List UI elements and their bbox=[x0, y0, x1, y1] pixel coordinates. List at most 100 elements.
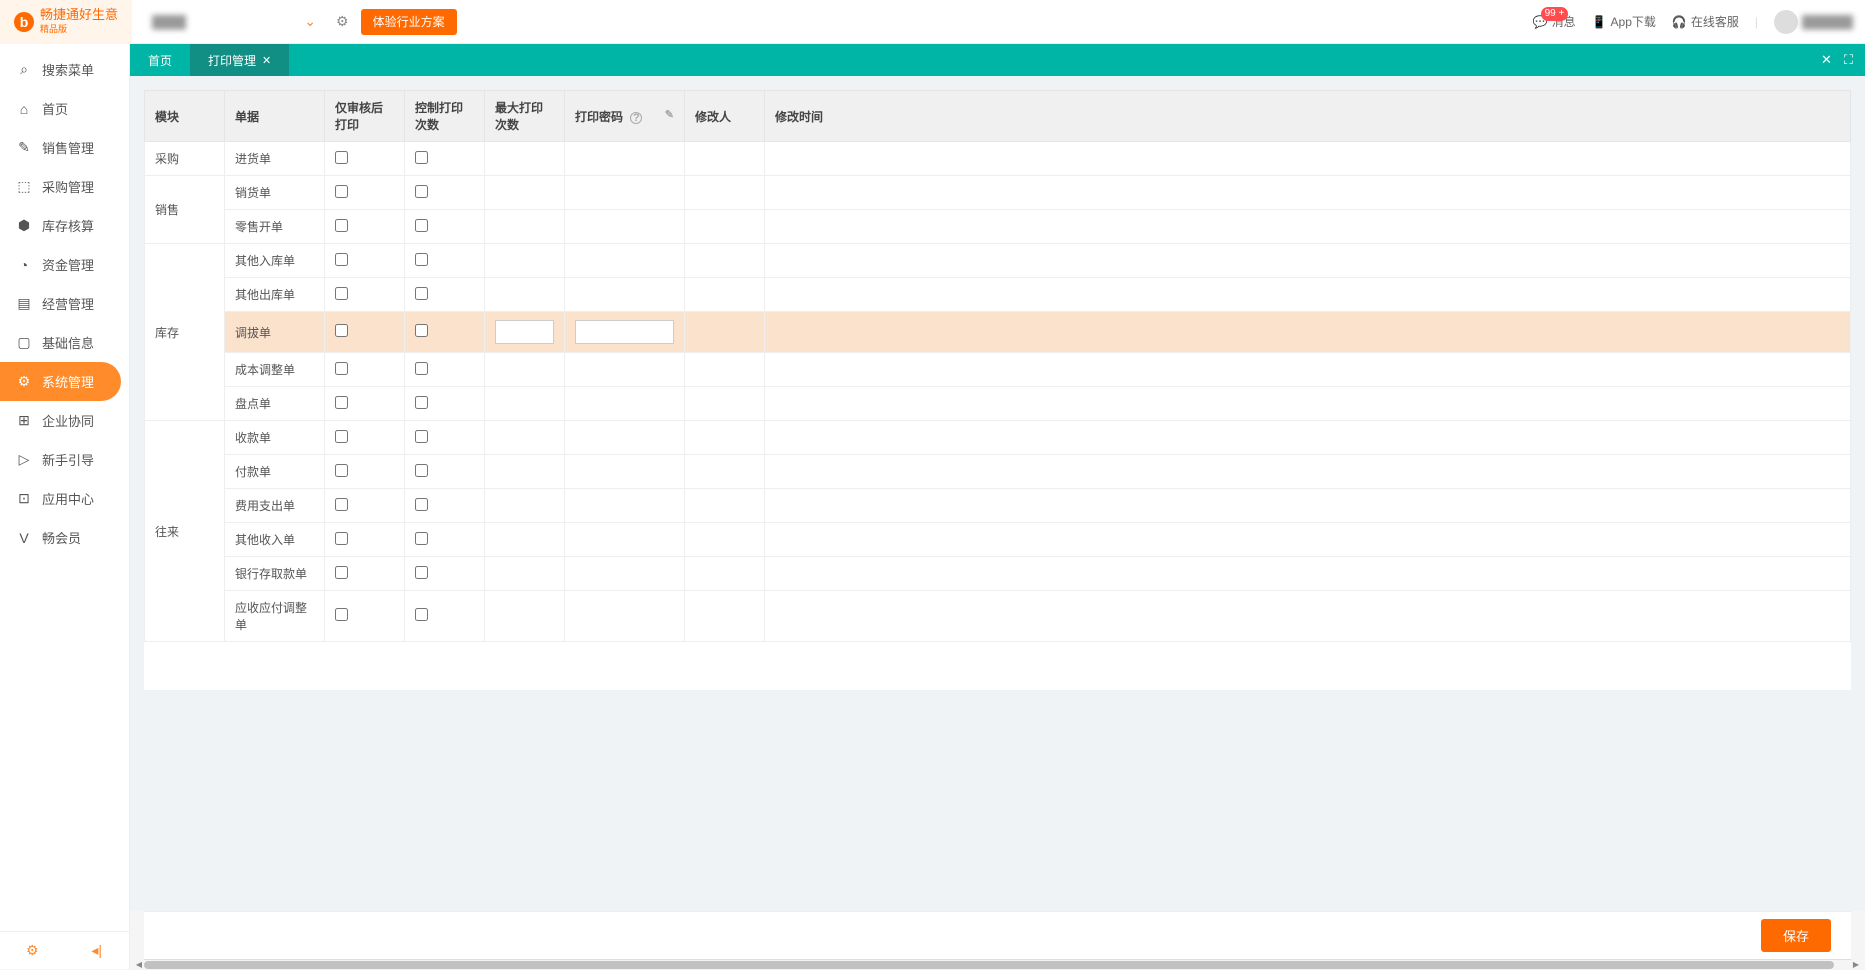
password-cell[interactable] bbox=[565, 312, 685, 353]
sidebar-item-1[interactable]: ⌂首页 bbox=[0, 89, 129, 128]
only-approve-checkbox[interactable] bbox=[335, 362, 348, 375]
control-count-checkbox[interactable] bbox=[415, 253, 428, 266]
only-approve-checkbox[interactable] bbox=[335, 151, 348, 164]
password-cell[interactable] bbox=[565, 455, 685, 489]
control-count-checkbox[interactable] bbox=[415, 324, 428, 337]
tab-close-icon[interactable]: ✕ bbox=[262, 54, 271, 67]
password-cell[interactable] bbox=[565, 210, 685, 244]
control-count-checkbox[interactable] bbox=[415, 396, 428, 409]
sidebar-item-6[interactable]: ▤经营管理 bbox=[0, 284, 129, 323]
control-count-checkbox[interactable] bbox=[415, 287, 428, 300]
support-button[interactable]: 🎧 在线客服 bbox=[1672, 13, 1739, 30]
max-count-cell[interactable] bbox=[485, 312, 565, 353]
password-cell[interactable] bbox=[565, 523, 685, 557]
control-count-checkbox[interactable] bbox=[415, 498, 428, 511]
modify-time-cell bbox=[765, 387, 1851, 421]
only-approve-checkbox[interactable] bbox=[335, 608, 348, 621]
industry-cta-button[interactable]: 体验行业方案 bbox=[361, 9, 457, 35]
table-row: 应收应付调整单 bbox=[145, 591, 1851, 642]
modifier-cell bbox=[685, 591, 765, 642]
only-approve-checkbox[interactable] bbox=[335, 253, 348, 266]
max-count-cell[interactable] bbox=[485, 142, 565, 176]
control-count-checkbox[interactable] bbox=[415, 362, 428, 375]
password-cell[interactable] bbox=[565, 244, 685, 278]
tab-0[interactable]: 首页 bbox=[130, 44, 190, 76]
scrollbar-thumb[interactable] bbox=[144, 961, 1834, 969]
control-count-checkbox[interactable] bbox=[415, 532, 428, 545]
only-approve-checkbox[interactable] bbox=[335, 396, 348, 409]
only-approve-cell bbox=[325, 142, 405, 176]
max-count-cell[interactable] bbox=[485, 210, 565, 244]
control-count-checkbox[interactable] bbox=[415, 185, 428, 198]
control-count-checkbox[interactable] bbox=[415, 566, 428, 579]
table-header-row: 模块 单据 仅审核后打印 控制打印次数 最大打印次数 打印密码 ? ✎ 修改人 bbox=[145, 91, 1851, 142]
edit-column-icon[interactable]: ✎ bbox=[665, 108, 674, 121]
sidebar-item-5[interactable]: ◔资金管理 bbox=[0, 245, 129, 284]
modifier-cell bbox=[685, 244, 765, 278]
password-cell[interactable] bbox=[565, 353, 685, 387]
doc-cell: 进货单 bbox=[225, 142, 325, 176]
max-count-cell[interactable] bbox=[485, 421, 565, 455]
max-count-cell[interactable] bbox=[485, 523, 565, 557]
only-approve-checkbox[interactable] bbox=[335, 498, 348, 511]
password-cell[interactable] bbox=[565, 142, 685, 176]
control-count-checkbox[interactable] bbox=[415, 219, 428, 232]
table-row: 库存其他入库单 bbox=[145, 244, 1851, 278]
user-menu[interactable]: ██████ bbox=[1774, 10, 1853, 34]
password-cell[interactable] bbox=[565, 489, 685, 523]
control-count-checkbox[interactable] bbox=[415, 151, 428, 164]
tab-1[interactable]: 打印管理✕ bbox=[190, 44, 289, 76]
only-approve-checkbox[interactable] bbox=[335, 532, 348, 545]
password-cell[interactable] bbox=[565, 278, 685, 312]
sidebar-item-12[interactable]: V畅会员 bbox=[0, 518, 129, 557]
fullscreen-icon[interactable]: ⛶ bbox=[1844, 52, 1853, 68]
sidebar-collapse-button[interactable]: ◂| bbox=[65, 932, 130, 969]
tab-close-all-icon[interactable]: ✕ bbox=[1821, 52, 1832, 68]
max-count-cell[interactable] bbox=[485, 455, 565, 489]
password-cell[interactable] bbox=[565, 421, 685, 455]
max-count-cell[interactable] bbox=[485, 591, 565, 642]
sidebar-item-9[interactable]: ⊞企业协同 bbox=[0, 401, 129, 440]
sidebar-item-4[interactable]: ⬢库存核算 bbox=[0, 206, 129, 245]
brand-name: 畅捷通好生意 bbox=[40, 8, 118, 22]
sidebar-item-3[interactable]: ⬚采购管理 bbox=[0, 167, 129, 206]
password-cell[interactable] bbox=[565, 176, 685, 210]
max-count-cell[interactable] bbox=[485, 176, 565, 210]
only-approve-checkbox[interactable] bbox=[335, 430, 348, 443]
only-approve-checkbox[interactable] bbox=[335, 324, 348, 337]
help-icon[interactable]: ? bbox=[630, 112, 642, 124]
horizontal-scrollbar[interactable]: ◀ ▶ bbox=[144, 959, 1851, 969]
only-approve-checkbox[interactable] bbox=[335, 566, 348, 579]
doc-cell: 其他收入单 bbox=[225, 523, 325, 557]
max-count-cell[interactable] bbox=[485, 353, 565, 387]
sidebar-item-7[interactable]: ▢基础信息 bbox=[0, 323, 129, 362]
password-cell[interactable] bbox=[565, 591, 685, 642]
only-approve-checkbox[interactable] bbox=[335, 464, 348, 477]
control-count-checkbox[interactable] bbox=[415, 608, 428, 621]
tenant-selector[interactable]: ████ ⌄ bbox=[144, 9, 324, 35]
sidebar-item-8[interactable]: ⚙系统管理 bbox=[0, 362, 121, 401]
control-count-checkbox[interactable] bbox=[415, 430, 428, 443]
max-count-cell[interactable] bbox=[485, 278, 565, 312]
max-count-cell[interactable] bbox=[485, 387, 565, 421]
sidebar-item-2[interactable]: ✎销售管理 bbox=[0, 128, 129, 167]
sidebar-item-11[interactable]: ⊡应用中心 bbox=[0, 479, 129, 518]
sidebar-item-0[interactable]: ⌕搜索菜单 bbox=[0, 50, 129, 89]
max-count-cell[interactable] bbox=[485, 489, 565, 523]
control-count-checkbox[interactable] bbox=[415, 464, 428, 477]
only-approve-checkbox[interactable] bbox=[335, 185, 348, 198]
password-cell[interactable] bbox=[565, 387, 685, 421]
max-count-cell[interactable] bbox=[485, 557, 565, 591]
th-modifier: 修改人 bbox=[685, 91, 765, 142]
password-cell[interactable] bbox=[565, 557, 685, 591]
messages-button[interactable]: 💬 99 + 消息 bbox=[1533, 13, 1576, 30]
sidebar-item-10[interactable]: ▷新手引导 bbox=[0, 440, 129, 479]
control-count-cell bbox=[405, 353, 485, 387]
settings-icon[interactable]: ⚙ bbox=[336, 13, 349, 30]
only-approve-checkbox[interactable] bbox=[335, 287, 348, 300]
save-button[interactable]: 保存 bbox=[1761, 919, 1831, 952]
sidebar-settings-button[interactable]: ⚙ bbox=[0, 932, 65, 969]
app-download-button[interactable]: 📱 App下载 bbox=[1592, 13, 1656, 30]
max-count-cell[interactable] bbox=[485, 244, 565, 278]
only-approve-checkbox[interactable] bbox=[335, 219, 348, 232]
